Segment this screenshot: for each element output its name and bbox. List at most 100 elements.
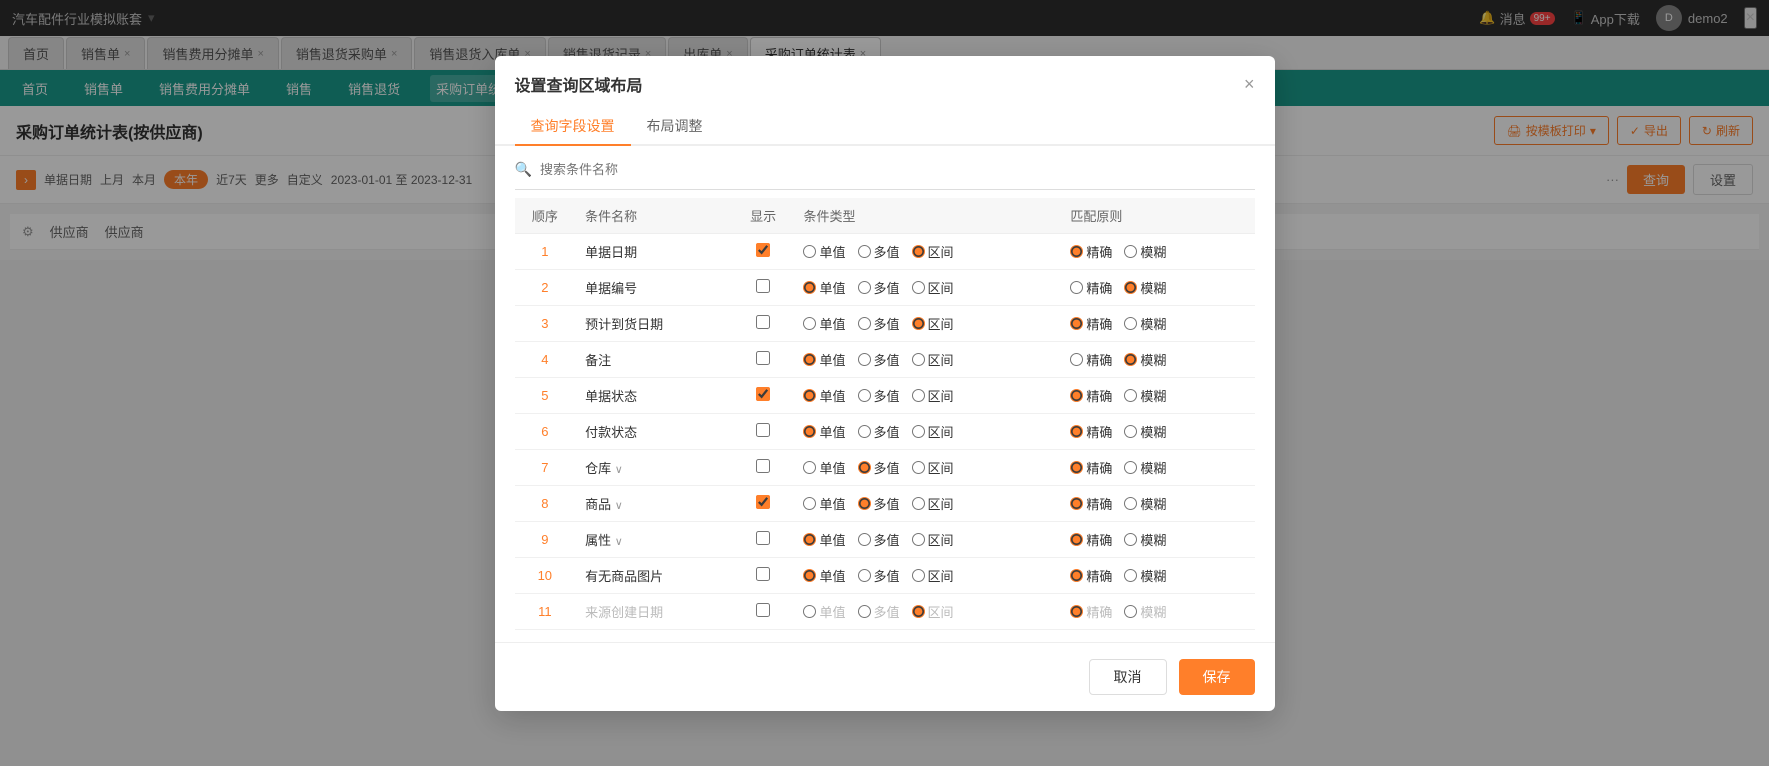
cond-type-cell: 单值多值区间 bbox=[793, 341, 1060, 377]
type-radio-多值-8[interactable] bbox=[858, 533, 871, 546]
table-row: 9属性 ∨单值多值区间精确模糊 bbox=[515, 521, 1255, 557]
modal-title: 设置查询区域布局 bbox=[515, 72, 643, 96]
rule-radio-模糊-3[interactable] bbox=[1124, 353, 1137, 366]
modal-close-btn[interactable]: × bbox=[1244, 75, 1255, 93]
row-num-cell: 4 bbox=[515, 341, 576, 377]
table-row: 5单据状态单值多值区间精确模糊 bbox=[515, 377, 1255, 413]
rule-radio-精确-6[interactable] bbox=[1070, 461, 1083, 474]
rule-radio-精确-10[interactable] bbox=[1070, 605, 1083, 618]
type-radio-单值-10[interactable] bbox=[803, 605, 816, 618]
type-radio-单值-3[interactable] bbox=[803, 353, 816, 366]
condition-name-cell: 预计到货日期 bbox=[575, 305, 733, 341]
display-checkbox-10[interactable] bbox=[756, 603, 770, 617]
rule-radio-精确-9[interactable] bbox=[1070, 569, 1083, 582]
rule-radio-模糊-1[interactable] bbox=[1124, 281, 1137, 294]
rule-radio-模糊-2[interactable] bbox=[1124, 317, 1137, 330]
rule-radio-精确-2[interactable] bbox=[1070, 317, 1083, 330]
type-radio-区间-0[interactable] bbox=[912, 245, 925, 258]
cond-type-cell: 单值多值区间 bbox=[793, 269, 1060, 305]
type-radio-多值-9[interactable] bbox=[858, 569, 871, 582]
type-radio-区间-5[interactable] bbox=[912, 425, 925, 438]
type-radio-多值-5[interactable] bbox=[858, 425, 871, 438]
type-radio-单值-5[interactable] bbox=[803, 425, 816, 438]
rule-radio-模糊-6[interactable] bbox=[1124, 461, 1137, 474]
cancel-btn[interactable]: 取消 bbox=[1089, 659, 1167, 695]
display-checkbox-8[interactable] bbox=[756, 531, 770, 545]
conditions-table: 顺序 条件名称 显示 条件类型 匹配原则 1单据日期单值多值区间精确模糊2单据编… bbox=[515, 198, 1255, 630]
modal-overlay: 设置查询区域布局 × 查询字段设置 布局调整 🔍 bbox=[0, 0, 1769, 766]
rule-radio-模糊-7[interactable] bbox=[1124, 497, 1137, 510]
modal-tab-query-fields[interactable]: 查询字段设置 bbox=[515, 108, 631, 146]
type-radio-多值-6[interactable] bbox=[858, 461, 871, 474]
type-radio-区间-1[interactable] bbox=[912, 281, 925, 294]
type-radio-单值-9[interactable] bbox=[803, 569, 816, 582]
condition-search-input[interactable] bbox=[532, 158, 1255, 181]
type-radio-多值-10[interactable] bbox=[858, 605, 871, 618]
row-num-cell: 11 bbox=[515, 593, 576, 629]
type-radio-单值-8[interactable] bbox=[803, 533, 816, 546]
type-radio-单值-7[interactable] bbox=[803, 497, 816, 510]
type-radio-多值-7[interactable] bbox=[858, 497, 871, 510]
type-radio-区间-7[interactable] bbox=[912, 497, 925, 510]
type-radio-单值-0[interactable] bbox=[803, 245, 816, 258]
type-radio-单值-6[interactable] bbox=[803, 461, 816, 474]
rule-radio-精确-5[interactable] bbox=[1070, 425, 1083, 438]
type-radio-多值-1[interactable] bbox=[858, 281, 871, 294]
type-radio-区间-9[interactable] bbox=[912, 569, 925, 582]
type-radio-区间-3[interactable] bbox=[912, 353, 925, 366]
display-checkbox-3[interactable] bbox=[756, 351, 770, 365]
match-rule-cell: 精确模糊 bbox=[1060, 485, 1254, 521]
condition-search-bar: 🔍 bbox=[515, 158, 1255, 190]
cond-type-cell: 单值多值区间 bbox=[793, 557, 1060, 593]
type-radio-单值-4[interactable] bbox=[803, 389, 816, 402]
modal-tabs: 查询字段设置 布局调整 bbox=[495, 108, 1275, 146]
table-row: 7仓库 ∨单值多值区间精确模糊 bbox=[515, 449, 1255, 485]
condition-name-cell: 付款状态 bbox=[575, 413, 733, 449]
rule-radio-模糊-10[interactable] bbox=[1124, 605, 1137, 618]
rule-radio-精确-0[interactable] bbox=[1070, 245, 1083, 258]
cond-type-cell: 单值多值区间 bbox=[793, 233, 1060, 269]
display-checkbox-6[interactable] bbox=[756, 459, 770, 473]
rule-radio-精确-4[interactable] bbox=[1070, 389, 1083, 402]
rule-radio-精确-8[interactable] bbox=[1070, 533, 1083, 546]
th-display: 显示 bbox=[733, 198, 794, 234]
display-check-cell bbox=[733, 269, 794, 305]
type-radio-多值-0[interactable] bbox=[858, 245, 871, 258]
rule-radio-模糊-0[interactable] bbox=[1124, 245, 1137, 258]
rule-radio-模糊-5[interactable] bbox=[1124, 425, 1137, 438]
modal-tab-layout[interactable]: 布局调整 bbox=[631, 108, 719, 146]
display-checkbox-5[interactable] bbox=[756, 423, 770, 437]
type-radio-单值-1[interactable] bbox=[803, 281, 816, 294]
table-header-row: 顺序 条件名称 显示 条件类型 匹配原则 bbox=[515, 198, 1255, 234]
save-btn[interactable]: 保存 bbox=[1179, 659, 1255, 695]
match-rule-cell: 精确模糊 bbox=[1060, 593, 1254, 629]
th-cond-name: 条件名称 bbox=[575, 198, 733, 234]
rule-radio-模糊-9[interactable] bbox=[1124, 569, 1137, 582]
display-checkbox-1[interactable] bbox=[756, 279, 770, 293]
match-rule-cell: 精确模糊 bbox=[1060, 521, 1254, 557]
match-rule-cell: 精确模糊 bbox=[1060, 377, 1254, 413]
type-radio-区间-10[interactable] bbox=[912, 605, 925, 618]
th-match-rule: 匹配原则 bbox=[1060, 198, 1254, 234]
display-checkbox-0[interactable] bbox=[756, 243, 770, 257]
type-radio-多值-4[interactable] bbox=[858, 389, 871, 402]
rule-radio-精确-7[interactable] bbox=[1070, 497, 1083, 510]
display-checkbox-2[interactable] bbox=[756, 315, 770, 329]
type-radio-多值-2[interactable] bbox=[858, 317, 871, 330]
type-radio-区间-2[interactable] bbox=[912, 317, 925, 330]
rule-radio-模糊-8[interactable] bbox=[1124, 533, 1137, 546]
rule-radio-精确-3[interactable] bbox=[1070, 353, 1083, 366]
display-check-cell bbox=[733, 593, 794, 629]
display-checkbox-7[interactable] bbox=[756, 495, 770, 509]
type-radio-区间-6[interactable] bbox=[912, 461, 925, 474]
rule-radio-模糊-4[interactable] bbox=[1124, 389, 1137, 402]
rule-radio-精确-1[interactable] bbox=[1070, 281, 1083, 294]
type-radio-多值-3[interactable] bbox=[858, 353, 871, 366]
display-checkbox-9[interactable] bbox=[756, 567, 770, 581]
type-radio-单值-2[interactable] bbox=[803, 317, 816, 330]
type-radio-区间-4[interactable] bbox=[912, 389, 925, 402]
display-checkbox-4[interactable] bbox=[756, 387, 770, 401]
match-rule-cell: 精确模糊 bbox=[1060, 557, 1254, 593]
row-num-cell: 1 bbox=[515, 233, 576, 269]
type-radio-区间-8[interactable] bbox=[912, 533, 925, 546]
